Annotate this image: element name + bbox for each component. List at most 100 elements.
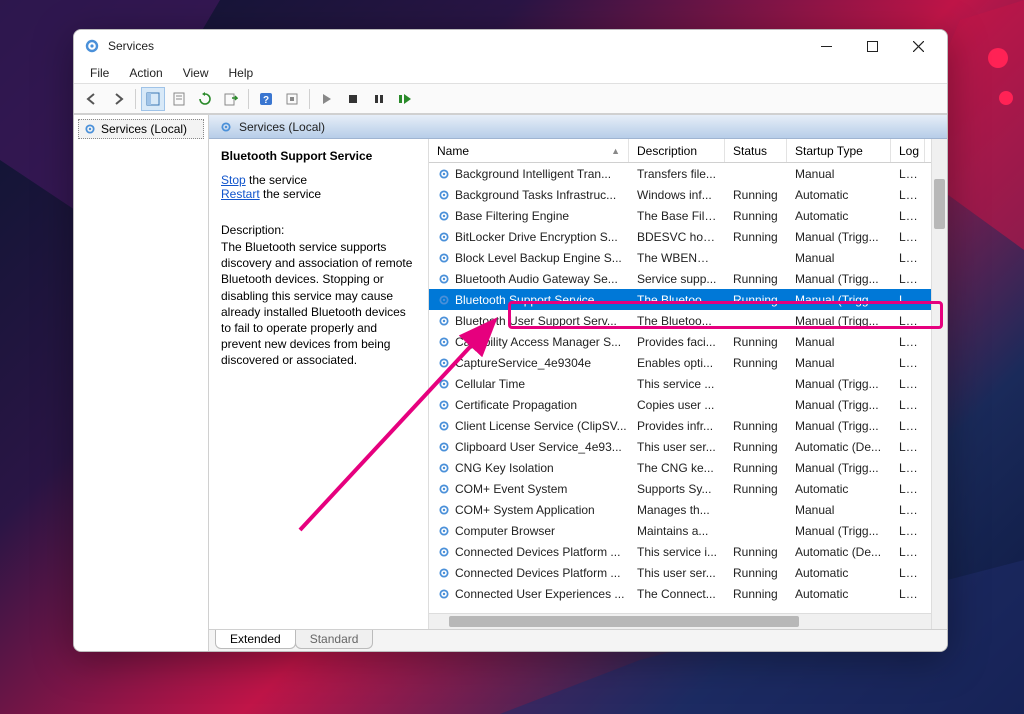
services-rows[interactable]: Background Intelligent Tran...Transfers … [429, 163, 947, 613]
service-logon: Loc [891, 545, 925, 559]
content-header: Services (Local) [209, 115, 947, 139]
service-row[interactable]: Background Intelligent Tran...Transfers … [429, 163, 947, 184]
service-startup: Manual (Trigg... [787, 272, 891, 286]
service-description: The Connect... [629, 587, 725, 601]
pause-service-button[interactable] [367, 87, 391, 111]
col-header-status[interactable]: Status [725, 139, 787, 162]
service-description: The CNG ke... [629, 461, 725, 475]
service-logon: Loc [891, 482, 925, 496]
restart-service-button[interactable] [393, 87, 417, 111]
window-title: Services [108, 39, 154, 53]
service-row[interactable]: Capability Access Manager S...Provides f… [429, 331, 947, 352]
stop-service-link[interactable]: Stop [221, 173, 246, 187]
toolbar-unknown-button[interactable] [280, 87, 304, 111]
titlebar[interactable]: Services [74, 30, 947, 62]
service-description: The Bluetoo... [629, 293, 725, 307]
help-button[interactable]: ? [254, 87, 278, 111]
service-startup: Manual (Trigg... [787, 419, 891, 433]
service-status: Running [725, 545, 787, 559]
start-service-button[interactable] [315, 87, 339, 111]
stop-service-button[interactable] [341, 87, 365, 111]
service-description: This service ... [629, 377, 725, 391]
properties-button[interactable] [167, 87, 191, 111]
col-header-name[interactable]: Name▲ [429, 139, 629, 162]
service-status: Running [725, 482, 787, 496]
service-row[interactable]: Connected Devices Platform ...This servi… [429, 541, 947, 562]
service-row[interactable]: Bluetooth User Support Serv...The Blueto… [429, 310, 947, 331]
menu-view[interactable]: View [173, 64, 219, 82]
maximize-button[interactable] [849, 31, 895, 61]
service-logon: Loc [891, 398, 925, 412]
minimize-button[interactable] [803, 31, 849, 61]
tree-node-services-local[interactable]: Services (Local) [78, 119, 204, 139]
service-row[interactable]: CNG Key IsolationThe CNG ke...RunningMan… [429, 457, 947, 478]
svg-text:?: ? [263, 95, 269, 106]
service-description: Provides infr... [629, 419, 725, 433]
menu-help[interactable]: Help [219, 64, 264, 82]
stop-service-suffix: the service [246, 173, 307, 187]
service-row[interactable]: Bluetooth Support ServiceThe Bluetoo...R… [429, 289, 947, 310]
service-logon: Loc [891, 209, 925, 223]
service-row[interactable]: Bluetooth Audio Gateway Se...Service sup… [429, 268, 947, 289]
service-startup: Manual (Trigg... [787, 377, 891, 391]
service-logon: Loc [891, 356, 925, 370]
gear-icon [437, 566, 451, 580]
service-row[interactable]: Connected User Experiences ...The Connec… [429, 583, 947, 604]
service-row[interactable]: CaptureService_4e9304eEnables opti...Run… [429, 352, 947, 373]
toolbar: ? [74, 84, 947, 114]
gear-icon [437, 314, 451, 328]
tree-node-label: Services (Local) [101, 122, 187, 136]
col-header-startup[interactable]: Startup Type [787, 139, 891, 162]
gear-icon [219, 120, 233, 134]
service-startup: Automatic [787, 482, 891, 496]
service-row[interactable]: Client License Service (ClipSV...Provide… [429, 415, 947, 436]
service-description: Service supp... [629, 272, 725, 286]
export-list-button[interactable] [219, 87, 243, 111]
close-button[interactable] [895, 31, 941, 61]
menu-action[interactable]: Action [119, 64, 172, 82]
gear-icon [437, 335, 451, 349]
service-startup: Manual [787, 356, 891, 370]
service-logon: Loc [891, 230, 925, 244]
gear-icon [83, 122, 97, 136]
service-description: BDESVC hos... [629, 230, 725, 244]
service-startup: Automatic [787, 587, 891, 601]
nav-back-button[interactable] [80, 87, 104, 111]
scrollbar-thumb[interactable] [449, 616, 799, 627]
menu-file[interactable]: File [80, 64, 119, 82]
vertical-scrollbar[interactable] [931, 139, 947, 629]
service-description: The Bluetoo... [629, 314, 725, 328]
horizontal-scrollbar[interactable] [429, 613, 947, 629]
service-name: Background Tasks Infrastruc... [455, 188, 616, 202]
gear-icon [437, 545, 451, 559]
service-status: Running [725, 230, 787, 244]
tab-extended[interactable]: Extended [215, 630, 296, 649]
service-startup: Manual [787, 335, 891, 349]
service-row[interactable]: Background Tasks Infrastruc...Windows in… [429, 184, 947, 205]
service-row[interactable]: COM+ Event SystemSupports Sy...RunningAu… [429, 478, 947, 499]
service-row[interactable]: Cellular TimeThis service ...Manual (Tri… [429, 373, 947, 394]
service-row[interactable]: Computer BrowserMaintains a...Manual (Tr… [429, 520, 947, 541]
col-header-logon[interactable]: Log [891, 139, 925, 162]
refresh-button[interactable] [193, 87, 217, 111]
service-row[interactable]: Clipboard User Service_4e93...This user … [429, 436, 947, 457]
nav-forward-button[interactable] [106, 87, 130, 111]
tab-standard[interactable]: Standard [295, 630, 374, 649]
console-tree[interactable]: Services (Local) [74, 115, 209, 651]
column-headers: Name▲ Description Status Startup Type Lo… [429, 139, 947, 163]
service-name: Background Intelligent Tran... [455, 167, 611, 181]
service-name: CaptureService_4e9304e [455, 356, 591, 370]
service-name: COM+ System Application [455, 503, 595, 517]
service-row[interactable]: Certificate PropagationCopies user ...Ma… [429, 394, 947, 415]
service-row[interactable]: Connected Devices Platform ...This user … [429, 562, 947, 583]
service-row[interactable]: COM+ System ApplicationManages th...Manu… [429, 499, 947, 520]
show-hide-tree-button[interactable] [141, 87, 165, 111]
service-row[interactable]: Base Filtering EngineThe Base Filt...Run… [429, 205, 947, 226]
service-startup: Automatic [787, 566, 891, 580]
service-row[interactable]: BitLocker Drive Encryption S...BDESVC ho… [429, 226, 947, 247]
col-header-description[interactable]: Description [629, 139, 725, 162]
restart-service-link[interactable]: Restart [221, 187, 260, 201]
service-row[interactable]: Block Level Backup Engine S...The WBENGI… [429, 247, 947, 268]
scrollbar-thumb[interactable] [934, 179, 945, 229]
gear-icon [437, 230, 451, 244]
